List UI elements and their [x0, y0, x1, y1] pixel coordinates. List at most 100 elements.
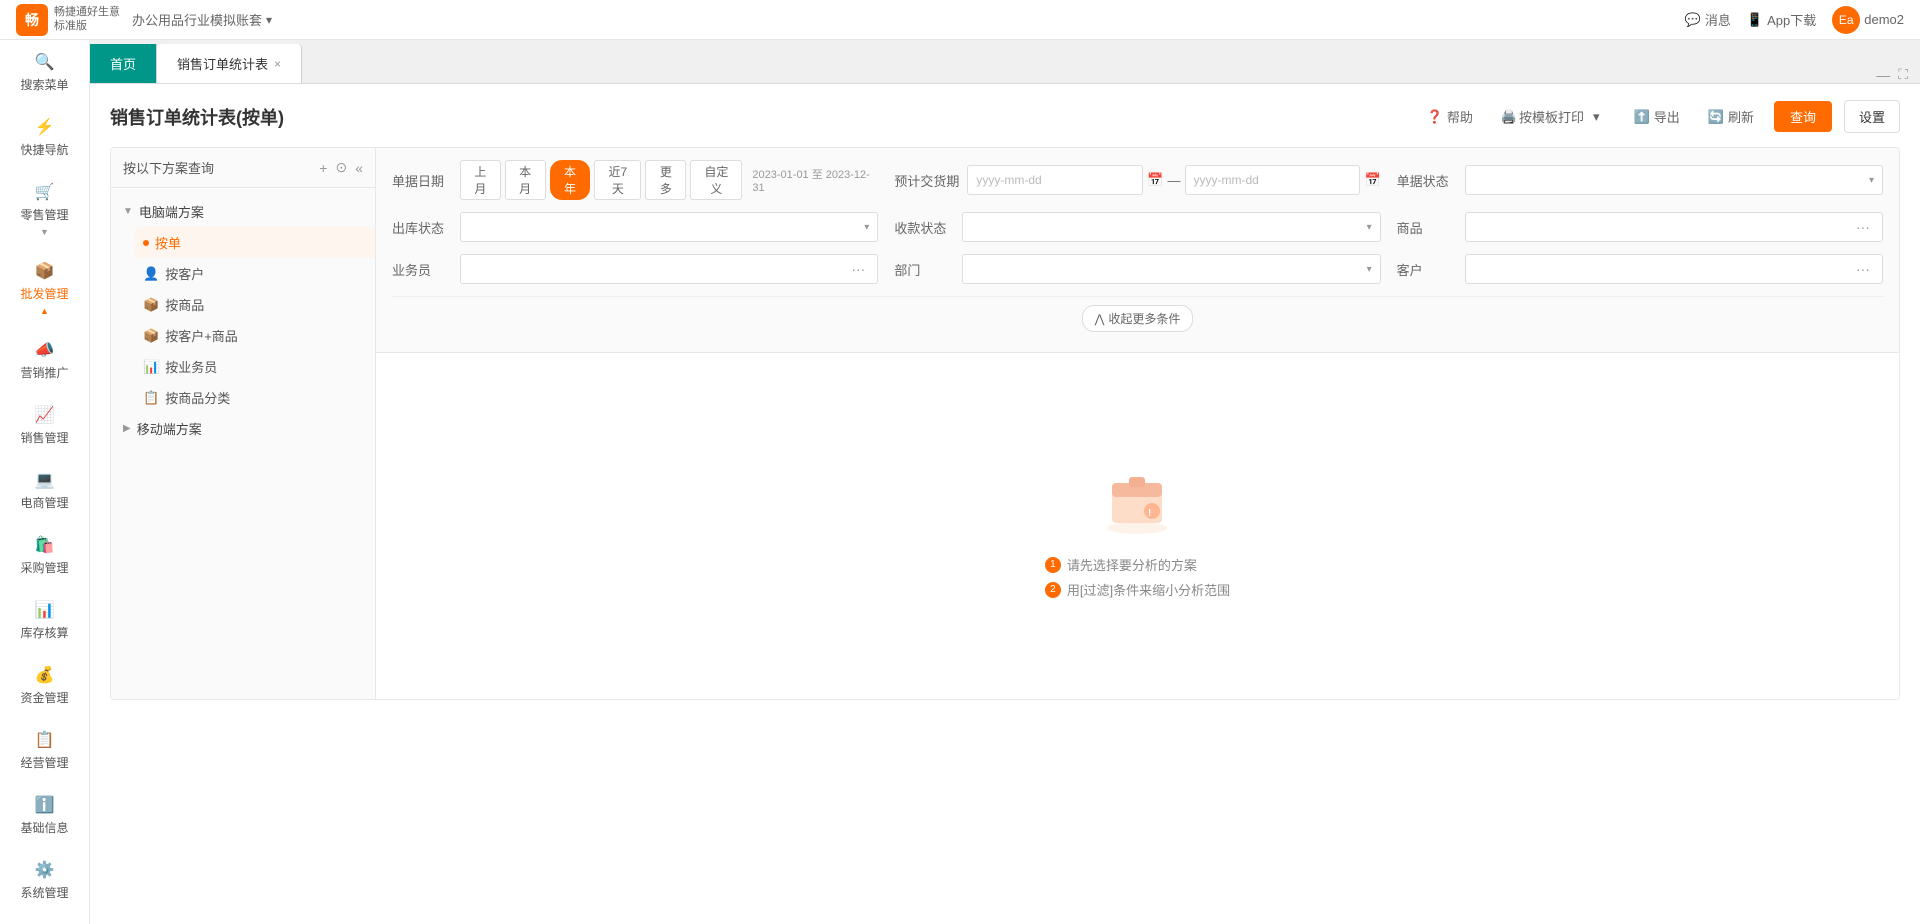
print-dropdown-arrow[interactable]: ▾	[1586, 109, 1606, 125]
sidebar-item-marketing[interactable]: 📣 营销推广	[0, 328, 89, 393]
expected-date-start[interactable]: yyyy-mm-dd	[967, 165, 1143, 195]
salesperson-select[interactable]: ···	[460, 254, 878, 284]
scheme-item-by-salesperson[interactable]: 📊 按业务员	[135, 351, 375, 382]
tree-collapse-icon: ▶	[123, 423, 131, 434]
bill-status-arrow-icon: ▾	[1869, 175, 1874, 186]
window-dropdown[interactable]: ▾	[266, 13, 272, 27]
empty-state: ! 1 请先选择要分析的方案 2 用[过滤]条件来缩小分析范	[1045, 393, 1230, 659]
logo: 畅 畅捷通好生意 标准版	[16, 4, 120, 36]
collapse-button[interactable]: ⋀ 收起更多条件	[1082, 305, 1194, 332]
empty-tip-2: 2 用[过滤]条件来缩小分析范围	[1045, 580, 1230, 599]
out-status-select[interactable]: ▾	[460, 212, 878, 242]
arrow-up-icon: ▲	[40, 306, 49, 316]
system-icon: ⚙️	[35, 860, 55, 880]
last7days-btn[interactable]: 近7天	[594, 160, 641, 200]
sidebar-item-retail[interactable]: 🛒 零售管理 ▼	[0, 170, 89, 249]
filter-tree: ▼ 电脑端方案 按单 👤 按客户	[111, 188, 375, 452]
ecom-icon: 💻	[35, 470, 55, 490]
basics-icon: ℹ️	[35, 795, 55, 815]
app-download-button[interactable]: 📱 App下载	[1747, 10, 1816, 29]
download-icon: 📱	[1747, 12, 1763, 28]
export-button[interactable]: ⬆️ 导出	[1626, 103, 1688, 130]
sidebar-item-operations[interactable]: 📋 经营管理	[0, 718, 89, 783]
this-month-btn[interactable]: 本月	[505, 160, 546, 200]
scheme-item-by-order[interactable]: 按单	[135, 227, 375, 258]
sidebar-item-sales[interactable]: 📈 销售管理	[0, 393, 89, 458]
logo-text: 畅捷通好生意 标准版	[54, 6, 120, 32]
filter-panel-icons: + ⊙ «	[319, 159, 363, 176]
goods-more-icon[interactable]: ···	[1852, 219, 1874, 235]
filter-panel-header: 按以下方案查询 + ⊙ «	[111, 148, 375, 188]
out-status-group: 出库状态 ▾	[392, 212, 878, 242]
custom-date-btn[interactable]: 自定义	[690, 160, 742, 200]
pc-scheme-title[interactable]: ▼ 电脑端方案	[111, 196, 375, 227]
window-controls: — ⛶	[1864, 66, 1920, 83]
filter-row-3: 业务员 ··· 部门 ▾	[392, 254, 1883, 284]
scheme-item-by-goods[interactable]: 📦 按商品	[135, 289, 375, 320]
sales-scheme-icon: 📊	[143, 359, 159, 375]
sidebar-item-ecom[interactable]: 💻 电商管理	[0, 458, 89, 523]
sidebar-item-enterprise[interactable]: 🤝 企业协同	[0, 913, 89, 924]
operations-icon: 📋	[35, 730, 55, 750]
tab-home[interactable]: 首页	[90, 44, 157, 83]
scheme-item-by-goods-cat[interactable]: 📋 按商品分类	[135, 382, 375, 413]
collapse-panel-icon[interactable]: «	[355, 160, 363, 176]
bill-status-select[interactable]: ▾	[1465, 165, 1883, 195]
bill-date-group: 单据日期 上月 本月 本年 近7天 更多 自定义 2023-01-01 至 20…	[392, 160, 878, 200]
topbar: 畅 畅捷通好生意 标准版 办公用品行业模拟账套 ▾ 💬 消息 📱 App下载 E…	[0, 0, 1920, 40]
user-profile[interactable]: Ea demo2	[1832, 6, 1904, 34]
customer-more-icon[interactable]: ···	[1852, 261, 1874, 277]
date-start-icon[interactable]: 📅	[1147, 172, 1163, 188]
refresh-icon: 🔄	[1708, 109, 1724, 125]
sidebar-item-purchase[interactable]: 🛍️ 采购管理	[0, 523, 89, 588]
tabbar: 首页 销售订单统计表 × — ⛶	[90, 40, 1920, 84]
date-end-icon[interactable]: 📅	[1364, 172, 1380, 188]
print-button[interactable]: 🖨️ 按模板打印 ▾	[1493, 103, 1614, 130]
print-icon: 🖨️	[1501, 109, 1517, 125]
filter-panel: 按以下方案查询 + ⊙ « ▼ 电脑端方案	[111, 148, 376, 699]
tab-close-button[interactable]: ×	[274, 57, 281, 71]
finance-icon: 💰	[35, 665, 55, 685]
message-button[interactable]: 💬 消息	[1685, 10, 1731, 29]
more-date-btn[interactable]: 更多	[645, 160, 686, 200]
sidebar-item-finance[interactable]: 💰 资金管理	[0, 653, 89, 718]
help-button[interactable]: ❓ 帮助	[1419, 103, 1481, 130]
window-expand-icon[interactable]: ⛶	[1898, 66, 1908, 83]
refresh-button[interactable]: 🔄 刷新	[1700, 103, 1762, 130]
pc-scheme-group: ▼ 电脑端方案 按单 👤 按客户	[111, 196, 375, 413]
payment-status-select[interactable]: ▾	[962, 212, 1380, 242]
edit-scheme-icon[interactable]: ⊙	[335, 159, 347, 176]
nav-icon: ⚡	[35, 117, 55, 137]
empty-tip-1: 1 请先选择要分析的方案	[1045, 555, 1230, 574]
topbar-right: 💬 消息 📱 App下载 Ea demo2	[1685, 6, 1904, 34]
empty-tips: 1 请先选择要分析的方案 2 用[过滤]条件来缩小分析范围	[1045, 555, 1230, 599]
settings-button[interactable]: 设置	[1844, 100, 1900, 133]
message-icon: 💬	[1685, 12, 1701, 28]
dept-arrow-icon: ▾	[1367, 264, 1372, 275]
page-actions: ❓ 帮助 🖨️ 按模板打印 ▾ ⬆️ 导出 🔄 刷新	[1419, 100, 1900, 133]
sidebar-item-search[interactable]: 🔍 搜索菜单	[0, 40, 89, 105]
customer-select[interactable]: ···	[1465, 254, 1883, 284]
tab-sales-order[interactable]: 销售订单统计表 ×	[157, 44, 302, 83]
export-icon: ⬆️	[1634, 109, 1650, 125]
sidebar-item-basics[interactable]: ℹ️ 基础信息	[0, 783, 89, 848]
last-month-btn[interactable]: 上月	[460, 160, 501, 200]
sidebar-item-system[interactable]: ⚙️ 系统管理	[0, 848, 89, 913]
main-panel: 按以下方案查询 + ⊙ « ▼ 电脑端方案	[110, 147, 1900, 700]
window-minimize-icon[interactable]: —	[1876, 67, 1890, 83]
sidebar-item-inventory[interactable]: 📊 库存核算	[0, 588, 89, 653]
expected-date-end[interactable]: yyyy-mm-dd	[1185, 165, 1361, 195]
scheme-item-by-customer[interactable]: 👤 按客户	[135, 258, 375, 289]
sidebar-item-wholesale[interactable]: 📦 批发管理 ▲	[0, 249, 89, 328]
scheme-item-by-customer-goods[interactable]: 📦 按客户+商品	[135, 320, 375, 351]
mobile-scheme-title[interactable]: ▶ 移动端方案	[111, 413, 375, 444]
sidebar-item-quick-nav[interactable]: ⚡ 快捷导航	[0, 105, 89, 170]
query-button[interactable]: 查询	[1774, 101, 1832, 132]
add-scheme-icon[interactable]: +	[319, 160, 327, 176]
salesperson-more-icon[interactable]: ···	[847, 261, 869, 277]
department-select[interactable]: ▾	[962, 254, 1380, 284]
this-year-btn[interactable]: 本年	[550, 160, 591, 200]
page-title: 销售订单统计表(按单)	[110, 104, 284, 130]
salesperson-group: 业务员 ···	[392, 254, 878, 284]
goods-select[interactable]: ···	[1465, 212, 1883, 242]
